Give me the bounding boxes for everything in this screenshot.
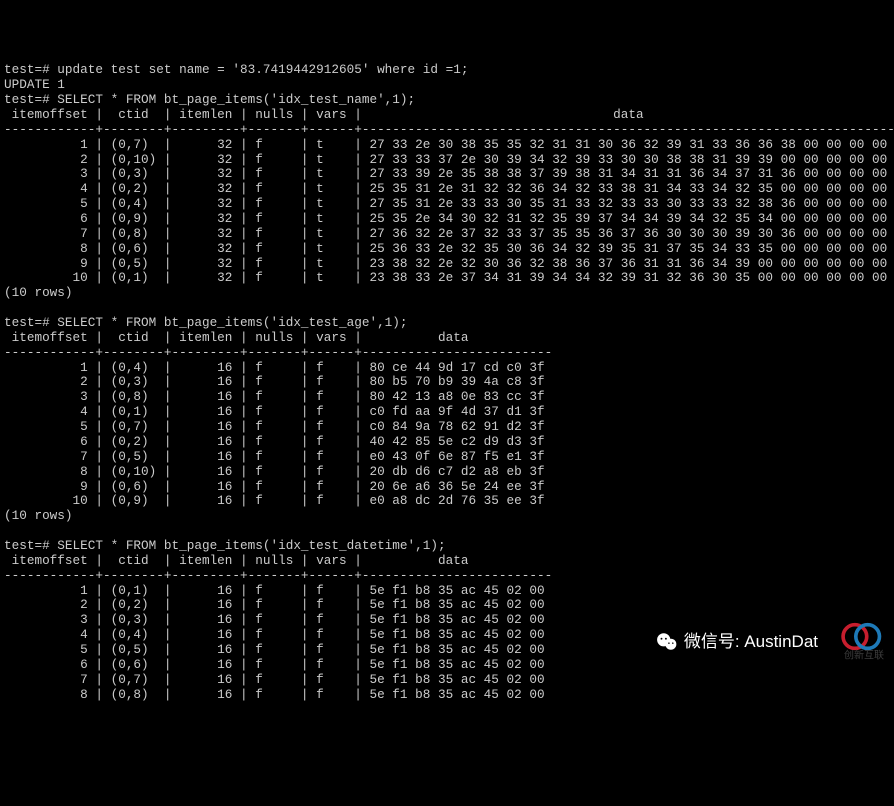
brand-logo: 创新互联	[834, 622, 894, 662]
wechat-icon	[656, 632, 678, 652]
watermark-text: 微信号: AustinDat	[684, 632, 818, 652]
svg-text:创新互联: 创新互联	[844, 648, 884, 661]
terminal-output: test=# update test set name = '83.741944…	[4, 63, 890, 702]
watermark: 微信号: AustinDat 创新互联	[656, 622, 894, 662]
